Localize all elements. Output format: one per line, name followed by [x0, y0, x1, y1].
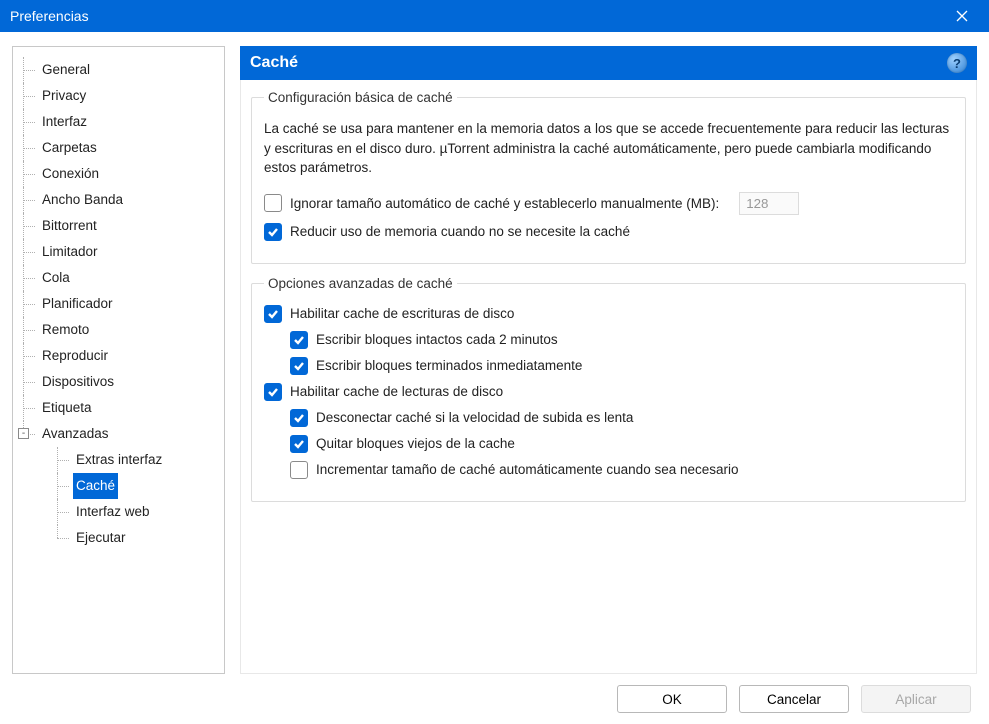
help-icon[interactable]: ? — [947, 53, 967, 73]
tree-expander-icon[interactable]: - — [18, 428, 29, 439]
tree-item[interactable]: Planificador — [19, 291, 218, 317]
apply-button[interactable]: Aplicar — [861, 685, 971, 713]
tree-item[interactable]: Conexión — [19, 161, 218, 187]
tree-item-label[interactable]: Ejecutar — [73, 525, 129, 551]
tree-item[interactable]: Cola — [19, 265, 218, 291]
cancel-button[interactable]: Cancelar — [739, 685, 849, 713]
tree-item-label[interactable]: General — [39, 57, 93, 83]
basic-cache-legend: Configuración básica de caché — [264, 90, 457, 105]
tree-item[interactable]: Carpetas — [19, 135, 218, 161]
tree-item-label[interactable]: Interfaz — [39, 109, 90, 135]
basic-cache-group: Configuración básica de caché La caché s… — [251, 90, 966, 264]
write-enable-label[interactable]: Habilitar cache de escrituras de disco — [290, 306, 514, 321]
write-finished-row: Escribir bloques terminados inmediatamen… — [290, 357, 953, 375]
tree-item[interactable]: Remoto — [19, 317, 218, 343]
write-finished-label[interactable]: Escribir bloques terminados inmediatamen… — [316, 358, 582, 373]
advanced-cache-legend: Opciones avanzadas de caché — [264, 276, 457, 291]
tree-item[interactable]: Etiqueta — [19, 395, 218, 421]
settings-panel: Caché ? Configuración básica de caché La… — [240, 46, 977, 674]
tree-item-label[interactable]: Limitador — [39, 239, 101, 265]
tree-item[interactable]: Reproducir — [19, 343, 218, 369]
read-enable-label[interactable]: Habilitar cache de lecturas de disco — [290, 384, 503, 399]
write-intact-row: Escribir bloques intactos cada 2 minutos — [290, 331, 953, 349]
read-enable-checkbox[interactable] — [264, 383, 282, 401]
read-remove-old-checkbox[interactable] — [290, 435, 308, 453]
read-disconnect-row: Desconectar caché si la velocidad de sub… — [290, 409, 953, 427]
reduce-memory-label[interactable]: Reducir uso de memoria cuando no se nece… — [290, 224, 630, 239]
tree-item-label[interactable]: Interfaz web — [73, 499, 153, 525]
tree-item[interactable]: Limitador — [19, 239, 218, 265]
override-cache-checkbox[interactable] — [264, 194, 282, 212]
tree-item-label[interactable]: Avanzadas — [39, 421, 112, 447]
page-header: Caché ? — [240, 46, 977, 80]
write-intact-label[interactable]: Escribir bloques intactos cada 2 minutos — [316, 332, 558, 347]
write-enable-row: Habilitar cache de escrituras de disco — [264, 305, 953, 323]
advanced-cache-group: Opciones avanzadas de caché Habilitar ca… — [251, 276, 966, 502]
read-autoinc-label[interactable]: Incrementar tamaño de caché automáticame… — [316, 462, 739, 477]
tree-item-label[interactable]: Cola — [39, 265, 73, 291]
tree-item[interactable]: Interfaz — [19, 109, 218, 135]
tree-item-advanced[interactable]: -AvanzadasExtras interfazCachéInterfaz w… — [19, 421, 218, 551]
tree-item-label[interactable]: Remoto — [39, 317, 92, 343]
tree-item-label[interactable]: Extras interfaz — [73, 447, 165, 473]
tree-subitem[interactable]: Interfaz web — [53, 499, 218, 525]
titlebar: Preferencias — [0, 0, 989, 32]
read-disconnect-checkbox[interactable] — [290, 409, 308, 427]
tree-item[interactable]: Dispositivos — [19, 369, 218, 395]
tree-item-label[interactable]: Caché — [73, 473, 118, 499]
override-cache-label[interactable]: Ignorar tamaño automático de caché y est… — [290, 196, 719, 211]
tree-subitem[interactable]: Caché — [53, 473, 218, 499]
tree-subitem[interactable]: Extras interfaz — [53, 447, 218, 473]
read-remove-old-label[interactable]: Quitar bloques viejos de la cache — [316, 436, 515, 451]
reduce-memory-checkbox[interactable] — [264, 223, 282, 241]
tree-subitem[interactable]: Ejecutar — [53, 525, 218, 551]
read-enable-row: Habilitar cache de lecturas de disco — [264, 383, 953, 401]
nav-tree-panel: GeneralPrivacyInterfazCarpetasConexiónAn… — [12, 46, 225, 674]
tree-item[interactable]: Bittorrent — [19, 213, 218, 239]
write-finished-checkbox[interactable] — [290, 357, 308, 375]
read-remove-old-row: Quitar bloques viejos de la cache — [290, 435, 953, 453]
window-title: Preferencias — [10, 8, 945, 24]
basic-cache-description: La caché se usa para mantener en la memo… — [264, 119, 953, 178]
tree-item-label[interactable]: Ancho Banda — [39, 187, 126, 213]
write-enable-checkbox[interactable] — [264, 305, 282, 323]
read-autoinc-row: Incrementar tamaño de caché automáticame… — [290, 461, 953, 479]
cache-size-input[interactable] — [739, 192, 799, 215]
tree-item-label[interactable]: Planificador — [39, 291, 116, 317]
write-intact-checkbox[interactable] — [290, 331, 308, 349]
tree-item-label[interactable]: Bittorrent — [39, 213, 100, 239]
tree-item-label[interactable]: Conexión — [39, 161, 102, 187]
tree-item-label[interactable]: Etiqueta — [39, 395, 95, 421]
ok-button[interactable]: OK — [617, 685, 727, 713]
page-title: Caché — [250, 54, 947, 72]
content-area: GeneralPrivacyInterfazCarpetasConexiónAn… — [0, 32, 989, 674]
tree-item[interactable]: Ancho Banda — [19, 187, 218, 213]
tree-item[interactable]: Privacy — [19, 83, 218, 109]
read-disconnect-label[interactable]: Desconectar caché si la velocidad de sub… — [316, 410, 633, 425]
tree-item-label[interactable]: Carpetas — [39, 135, 100, 161]
override-cache-row: Ignorar tamaño automático de caché y est… — [264, 192, 953, 215]
page-body: Configuración básica de caché La caché s… — [240, 80, 977, 674]
nav-tree: GeneralPrivacyInterfazCarpetasConexiónAn… — [19, 57, 218, 551]
dialog-footer: OK Cancelar Aplicar — [0, 674, 989, 724]
read-autoinc-checkbox[interactable] — [290, 461, 308, 479]
tree-item-label[interactable]: Dispositivos — [39, 369, 117, 395]
tree-item-label[interactable]: Privacy — [39, 83, 89, 109]
tree-item-label[interactable]: Reproducir — [39, 343, 111, 369]
tree-item[interactable]: General — [19, 57, 218, 83]
close-icon[interactable] — [945, 0, 979, 32]
reduce-memory-row: Reducir uso de memoria cuando no se nece… — [264, 223, 953, 241]
